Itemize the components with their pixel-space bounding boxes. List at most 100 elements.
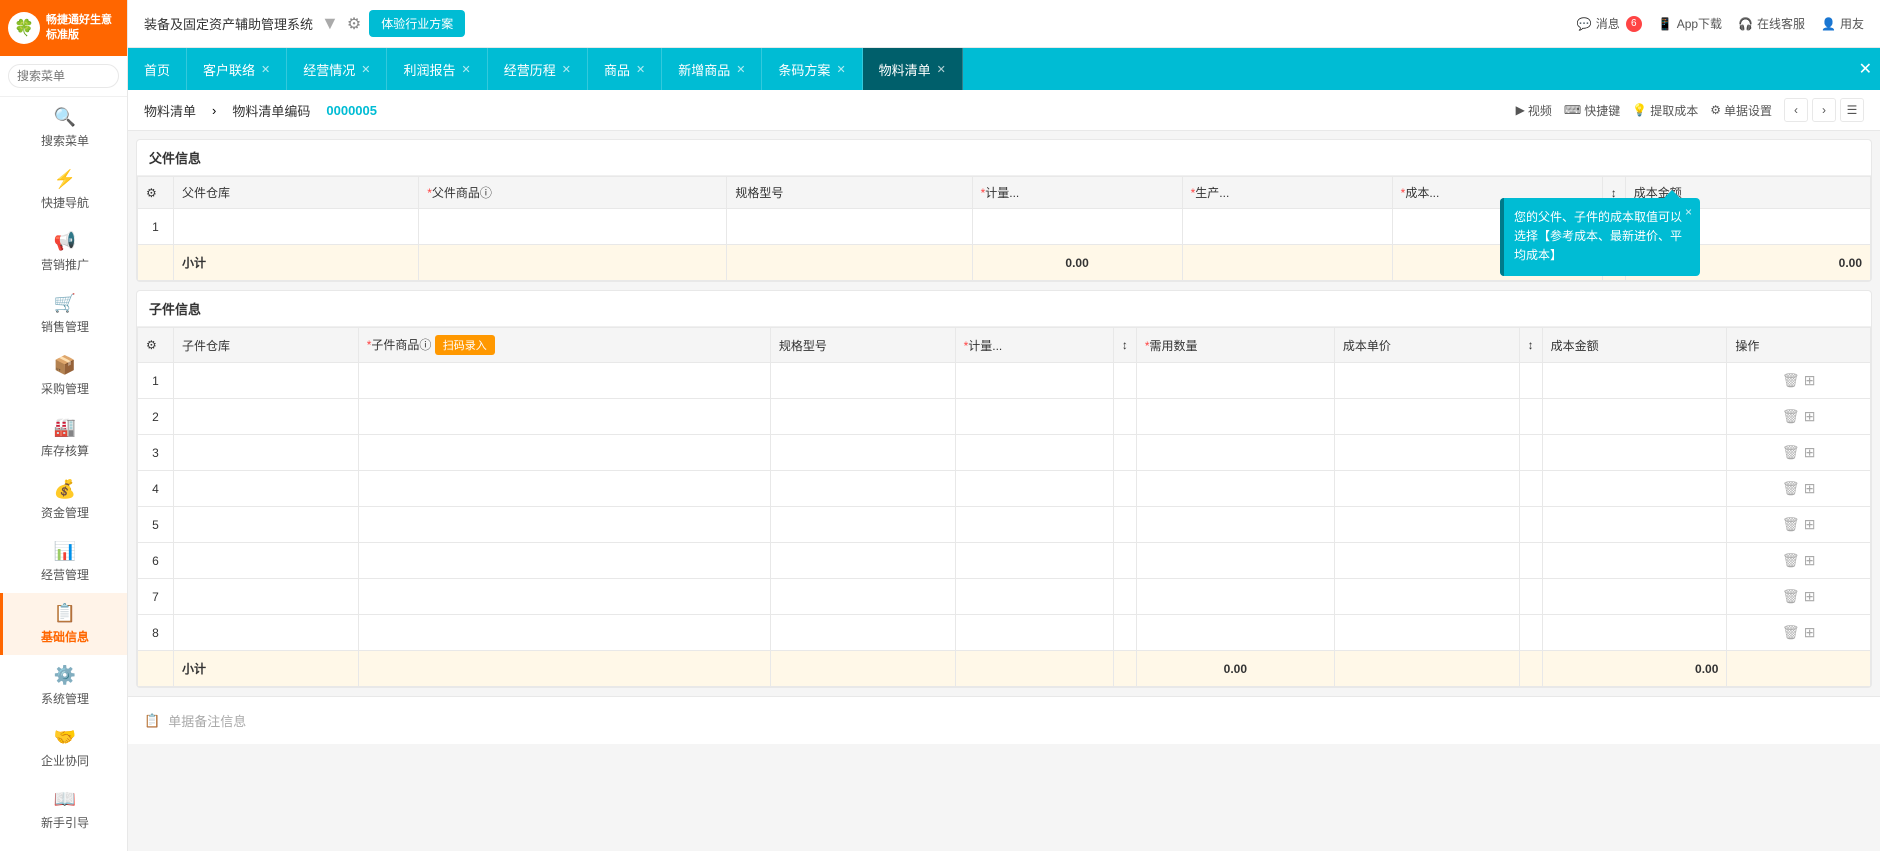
tab-history-close-icon[interactable]: ✕ — [562, 63, 571, 76]
child-row-4-quantity[interactable] — [1136, 471, 1334, 507]
search-input[interactable] — [8, 64, 119, 88]
tab-new-product-close-icon[interactable]: ✕ — [736, 63, 745, 76]
tab-barcode[interactable]: 条码方案 ✕ — [762, 48, 862, 90]
child-row-2-quantity[interactable] — [1136, 399, 1334, 435]
sidebar-item-search[interactable]: 🔍 搜索菜单 — [0, 97, 127, 159]
sidebar-item-quick-nav[interactable]: ⚡ 快捷导航 — [0, 159, 127, 221]
child-row-1-unit[interactable] — [955, 363, 1113, 399]
child-row-3-unit-cost[interactable] — [1334, 435, 1519, 471]
sidebar-item-enterprise[interactable]: 🤝 企业协同 — [0, 717, 127, 779]
child-row-4-warehouse[interactable] — [174, 471, 359, 507]
child-row-5-spec[interactable] — [770, 507, 955, 543]
copy-icon-row1[interactable]: ⊞ — [1804, 372, 1816, 389]
notes-text[interactable]: 单据备注信息 — [168, 711, 246, 730]
child-row-4-spec[interactable] — [770, 471, 955, 507]
prev-arrow[interactable]: ‹ — [1784, 98, 1808, 122]
child-row-7-product[interactable] — [358, 579, 770, 615]
tab-operations[interactable]: 经营情况 ✕ — [287, 48, 387, 90]
child-row-5-product[interactable] — [358, 507, 770, 543]
child-row-8-quantity[interactable] — [1136, 615, 1334, 651]
child-row-8-unit[interactable] — [955, 615, 1113, 651]
sidebar-item-basic[interactable]: 📋 基础信息 — [0, 593, 127, 655]
tab-material-close-icon[interactable]: ✕ — [937, 63, 946, 76]
tab-products-close-icon[interactable]: ✕ — [636, 63, 645, 76]
tooltip-close-icon[interactable]: × — [1685, 203, 1692, 222]
tabs-close-all-icon[interactable]: ✕ — [1851, 59, 1880, 79]
child-row-2-product[interactable] — [358, 399, 770, 435]
child-row-4-unit[interactable] — [955, 471, 1113, 507]
child-row-6-warehouse[interactable] — [174, 543, 359, 579]
child-row-8-product[interactable] — [358, 615, 770, 651]
child-row-6-product[interactable] — [358, 543, 770, 579]
tab-home[interactable]: 首页 — [128, 48, 187, 90]
copy-icon-row4[interactable]: ⊞ — [1804, 480, 1816, 497]
delete-icon-row8[interactable]: 🗑 — [1782, 624, 1800, 641]
tab-profit[interactable]: 利润报告 ✕ — [387, 48, 487, 90]
copy-icon-row6[interactable]: ⊞ — [1804, 552, 1816, 569]
parent-row-1-warehouse[interactable] — [174, 209, 419, 245]
app-download-item[interactable]: 📱 App下载 — [1658, 15, 1722, 32]
sidebar-item-finance[interactable]: 💰 资金管理 — [0, 469, 127, 531]
sidebar-item-purchase[interactable]: 📦 采购管理 — [0, 345, 127, 407]
tab-material[interactable]: 物料清单 ✕ — [863, 48, 963, 90]
child-col-sort2[interactable]: ↕ — [1519, 328, 1542, 363]
copy-icon-row5[interactable]: ⊞ — [1804, 516, 1816, 533]
parent-col-settings[interactable]: ⚙ — [138, 177, 174, 209]
child-row-7-unit[interactable] — [955, 579, 1113, 615]
next-arrow[interactable]: › — [1812, 98, 1836, 122]
child-row-3-unit[interactable] — [955, 435, 1113, 471]
child-row-1-unit-cost[interactable] — [1334, 363, 1519, 399]
child-row-7-quantity[interactable] — [1136, 579, 1334, 615]
tab-profit-close-icon[interactable]: ✕ — [462, 63, 471, 76]
sidebar-item-system[interactable]: ⚙️ 系统管理 — [0, 655, 127, 717]
delete-icon-row4[interactable]: 🗑 — [1782, 480, 1800, 497]
delete-icon-row3[interactable]: 🗑 — [1782, 444, 1800, 461]
tab-barcode-close-icon[interactable]: ✕ — [836, 63, 845, 76]
child-row-3-spec[interactable] — [770, 435, 955, 471]
extract-cost-action[interactable]: 💡 提取成本 — [1632, 102, 1698, 119]
child-row-2-unit[interactable] — [955, 399, 1113, 435]
single-settings-action[interactable]: ⚙ 单据设置 — [1710, 102, 1772, 119]
tab-customer[interactable]: 客户联络 ✕ — [187, 48, 287, 90]
message-item[interactable]: 💬 消息 6 — [1577, 15, 1642, 32]
sidebar-item-inventory[interactable]: 🏭 库存核算 — [0, 407, 127, 469]
parent-row-1-production[interactable] — [1182, 209, 1392, 245]
child-row-1-spec[interactable] — [770, 363, 955, 399]
child-row-3-warehouse[interactable] — [174, 435, 359, 471]
child-row-4-product[interactable] — [358, 471, 770, 507]
sidebar-item-marketing[interactable]: 📢 营销推广 — [0, 221, 127, 283]
child-row-6-spec[interactable] — [770, 543, 955, 579]
user-item[interactable]: 👤 用友 — [1821, 15, 1864, 32]
child-row-1-quantity[interactable] — [1136, 363, 1334, 399]
parent-row-1-product[interactable] — [419, 209, 727, 245]
child-row-3-quantity[interactable] — [1136, 435, 1334, 471]
shortcut-action[interactable]: ⌨ 快捷键 — [1564, 102, 1620, 119]
child-row-5-quantity[interactable] — [1136, 507, 1334, 543]
child-row-8-spec[interactable] — [770, 615, 955, 651]
view-action[interactable]: ▶ 视频 — [1516, 102, 1552, 119]
sidebar-item-sales[interactable]: 🛒 销售管理 — [0, 283, 127, 345]
tab-products[interactable]: 商品 ✕ — [588, 48, 662, 90]
sidebar-search[interactable] — [0, 56, 127, 97]
child-row-2-spec[interactable] — [770, 399, 955, 435]
parent-row-1-unit[interactable] — [972, 209, 1182, 245]
child-row-2-unit-cost[interactable] — [1334, 399, 1519, 435]
scan-button[interactable]: 扫码录入 — [435, 335, 495, 355]
delete-icon-row7[interactable]: 🗑 — [1782, 588, 1800, 605]
tab-history[interactable]: 经营历程 ✕ — [488, 48, 588, 90]
child-row-4-unit-cost[interactable] — [1334, 471, 1519, 507]
copy-icon-row2[interactable]: ⊞ — [1804, 408, 1816, 425]
child-row-2-warehouse[interactable] — [174, 399, 359, 435]
child-row-7-warehouse[interactable] — [174, 579, 359, 615]
child-row-1-product[interactable] — [358, 363, 770, 399]
delete-icon-row6[interactable]: 🗑 — [1782, 552, 1800, 569]
child-row-6-unit-cost[interactable] — [1334, 543, 1519, 579]
delete-icon-row1[interactable]: 🗑 — [1782, 372, 1800, 389]
dropdown-arrow-icon[interactable]: ▼ — [321, 13, 339, 34]
child-col-settings[interactable]: ⚙ — [138, 328, 174, 363]
topbar-settings-icon[interactable]: ⚙ — [347, 14, 361, 34]
parent-row-1-spec[interactable] — [727, 209, 972, 245]
trial-button[interactable]: 体验行业方案 — [369, 10, 465, 37]
child-row-7-spec[interactable] — [770, 579, 955, 615]
child-row-8-warehouse[interactable] — [174, 615, 359, 651]
